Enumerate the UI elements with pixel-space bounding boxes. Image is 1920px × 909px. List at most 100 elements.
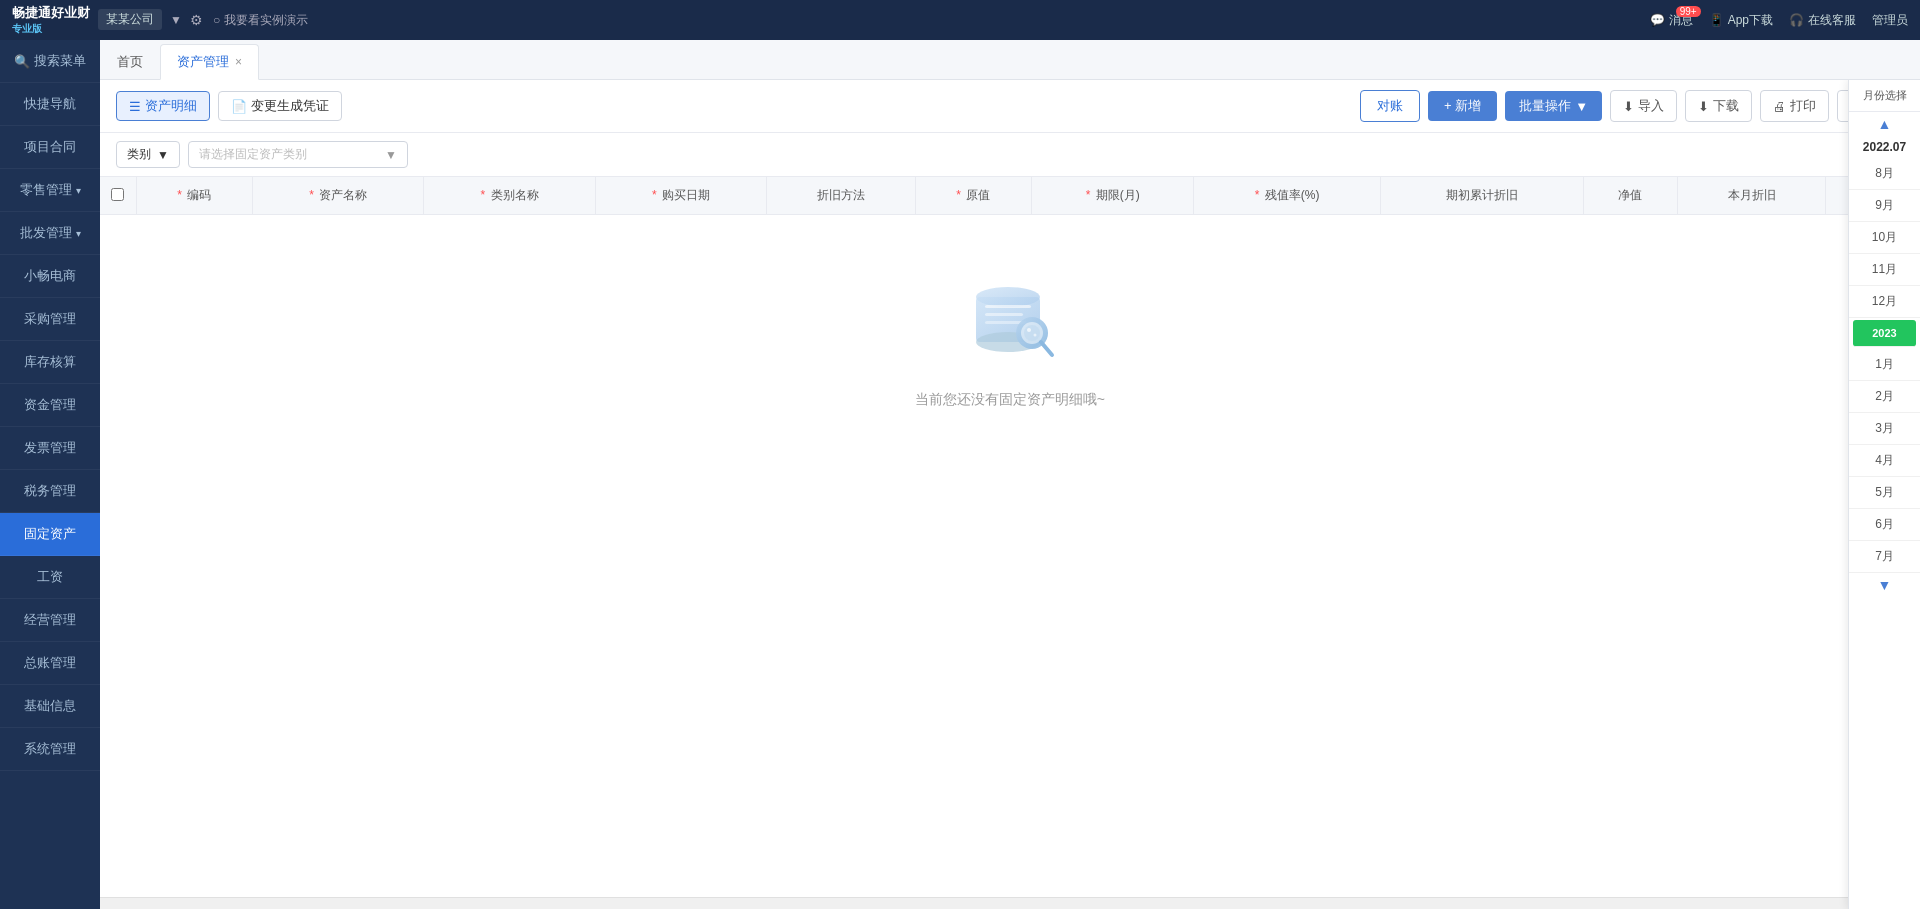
message-icon: 💬 [1650,13,1665,27]
month-item-11[interactable]: 11月 [1849,254,1920,286]
sidebar-item-basic[interactable]: 基础信息 [0,685,100,728]
filter-input-arrow-icon: ▼ [385,148,397,162]
empty-state-row: 当前您还没有固定资产明细哦~ [100,215,1920,470]
month-item-12[interactable]: 12月 [1849,286,1920,318]
print-label: 打印 [1790,97,1816,115]
user-menu[interactable]: 管理员 [1872,12,1908,29]
month-item-6[interactable]: 6月 [1849,509,1920,541]
main-layout: 🔍 搜索菜单 快捷导航 项目合同 零售管理 ▾ 批发管理 ▾ 小畅电商 采购管理… [0,40,1920,909]
sidebar-item-inventory[interactable]: 库存核算 [0,341,100,384]
sidebar-item-search[interactable]: 🔍 搜索菜单 [0,40,100,83]
table-container: * 编码 * 资产名称 * 类别名称 [100,177,1920,897]
empty-state: 当前您还没有固定资产明细哦~ [100,215,1920,469]
sidebar-item-wholesale[interactable]: 批发管理 ▾ [0,212,100,255]
sidebar-item-purchase[interactable]: 采购管理 [0,298,100,341]
month-panel-down-arrow[interactable]: ▼ [1849,573,1920,597]
sidebar-label-assets: 固定资产 [24,525,76,543]
col-net-value-label: 净值 [1618,188,1642,202]
tab-home[interactable]: 首页 [100,43,160,79]
sidebar-label-system: 系统管理 [24,740,76,758]
month-item-1[interactable]: 1月 [1849,349,1920,381]
import-button[interactable]: ⬇ 导入 [1610,90,1677,122]
tab-assets-label: 资产管理 [177,53,229,71]
category-filter-type[interactable]: 类别 ▼ [116,141,180,168]
bottom-scrollbar[interactable] [100,897,1920,909]
sidebar-item-operations[interactable]: 经营管理 [0,599,100,642]
sidebar-item-quick-nav[interactable]: 快捷导航 [0,83,100,126]
sidebar-label-retail: 零售管理 [20,181,72,199]
category-filter-input[interactable]: 请选择固定资产类别 ▼ [188,141,408,168]
subtab-voucher[interactable]: 📄 变更生成凭证 [218,91,342,121]
sub-tab-bar: ☰ 资产明细 📄 变更生成凭证 对账 + 新增 [100,80,1920,133]
svg-point-11 [1033,334,1036,337]
sidebar-item-finance[interactable]: 资金管理 [0,384,100,427]
filter-bar: 类别 ▼ 请选择固定资产类别 ▼ [100,133,1920,177]
year-badge[interactable]: 2023 [1853,320,1916,347]
sidebar-label-wholesale: 批发管理 [20,224,72,242]
content-area: 首页 资产管理 × ☰ 资产明细 📄 变更生成凭证 [100,40,1920,909]
settings-icon[interactable]: ⚙ [190,12,203,28]
download-label: 下载 [1713,97,1739,115]
col-code: * 编码 [136,177,253,215]
sidebar-label-finance: 资金管理 [24,396,76,414]
message-button[interactable]: 💬 消息 99+ [1650,12,1693,29]
company-dropdown-icon[interactable]: ▼ [170,13,182,27]
month-item-2[interactable]: 2月 [1849,381,1920,413]
app-download-button[interactable]: 📱 App下载 [1709,12,1773,29]
month-item-3[interactable]: 3月 [1849,413,1920,445]
service-label: 在线客服 [1808,12,1856,29]
sidebar-label-invoice: 发票管理 [24,439,76,457]
sidebar-label-quick-nav: 快捷导航 [24,95,76,113]
company-selector[interactable]: 某某公司 [98,9,162,30]
sidebar-item-project[interactable]: 项目合同 [0,126,100,169]
col-net-value: 净值 [1584,177,1678,215]
col-monthly-depreciation-label: 本月折旧 [1728,188,1776,202]
sidebar-item-assets[interactable]: 固定资产 [0,513,100,556]
import-label: 导入 [1638,97,1664,115]
wholesale-arrow-icon: ▾ [76,228,81,239]
tab-bar: 首页 资产管理 × [100,40,1920,80]
month-item-8[interactable]: 8月 [1849,158,1920,190]
col-accumulated-label: 期初累计折旧 [1446,188,1518,202]
month-item-7[interactable]: 7月 [1849,541,1920,573]
sidebar-item-system[interactable]: 系统管理 [0,728,100,771]
subtab-voucher-label: 变更生成凭证 [251,97,329,115]
sidebar-item-ecommerce[interactable]: 小畅电商 [0,255,100,298]
service-icon: 🎧 [1789,13,1804,27]
reconcile-button[interactable]: 对账 [1360,90,1420,122]
print-button[interactable]: 🖨 打印 [1760,90,1829,122]
batch-label: 批量操作 [1519,97,1571,115]
tab-assets[interactable]: 资产管理 × [160,44,259,80]
subtab-detail[interactable]: ☰ 资产明细 [116,91,210,121]
demo-text: 我要看实例演示 [224,12,308,29]
brand-name: 畅捷通好业财 [12,5,90,22]
sidebar-label-project: 项目合同 [24,138,76,156]
download-button[interactable]: ⬇ 下载 [1685,90,1752,122]
sidebar-item-retail[interactable]: 零售管理 ▾ [0,169,100,212]
month-panel-up-arrow[interactable]: ▲ [1849,112,1920,136]
sidebar-item-salary[interactable]: 工资 [0,556,100,599]
batch-arrow-icon: ▼ [1575,99,1588,114]
demo-link[interactable]: ○ 我要看实例演示 [213,12,308,29]
month-item-9[interactable]: 9月 [1849,190,1920,222]
service-button[interactable]: 🎧 在线客服 [1789,12,1856,29]
month-item-4[interactable]: 4月 [1849,445,1920,477]
col-category: * 类别名称 [424,177,595,215]
col-depreciation-method-label: 折旧方法 [817,188,865,202]
col-name-label: 资产名称 [319,188,367,202]
voucher-icon: 📄 [231,99,247,114]
tab-close-icon[interactable]: × [235,55,242,69]
select-all-checkbox[interactable] [111,188,124,201]
sidebar-item-tax[interactable]: 税务管理 [0,470,100,513]
month-item-10[interactable]: 10月 [1849,222,1920,254]
month-item-5[interactable]: 5月 [1849,477,1920,509]
page-content: ☰ 资产明细 📄 变更生成凭证 对账 + 新增 [100,80,1920,909]
year-2022-label[interactable]: 2022.07 [1849,136,1920,158]
add-button[interactable]: + 新增 [1428,91,1497,121]
sub-tab-left: ☰ 资产明细 📄 变更生成凭证 [116,91,342,121]
sidebar-item-ledger[interactable]: 总账管理 [0,642,100,685]
sidebar-item-invoice[interactable]: 发票管理 [0,427,100,470]
top-bar: 畅捷通好业财 专业版 某某公司 ▼ ⚙ ○ 我要看实例演示 💬 消息 99+ 📱… [0,0,1920,40]
table-body: 当前您还没有固定资产明细哦~ [100,215,1920,470]
batch-button[interactable]: 批量操作 ▼ [1505,91,1602,121]
